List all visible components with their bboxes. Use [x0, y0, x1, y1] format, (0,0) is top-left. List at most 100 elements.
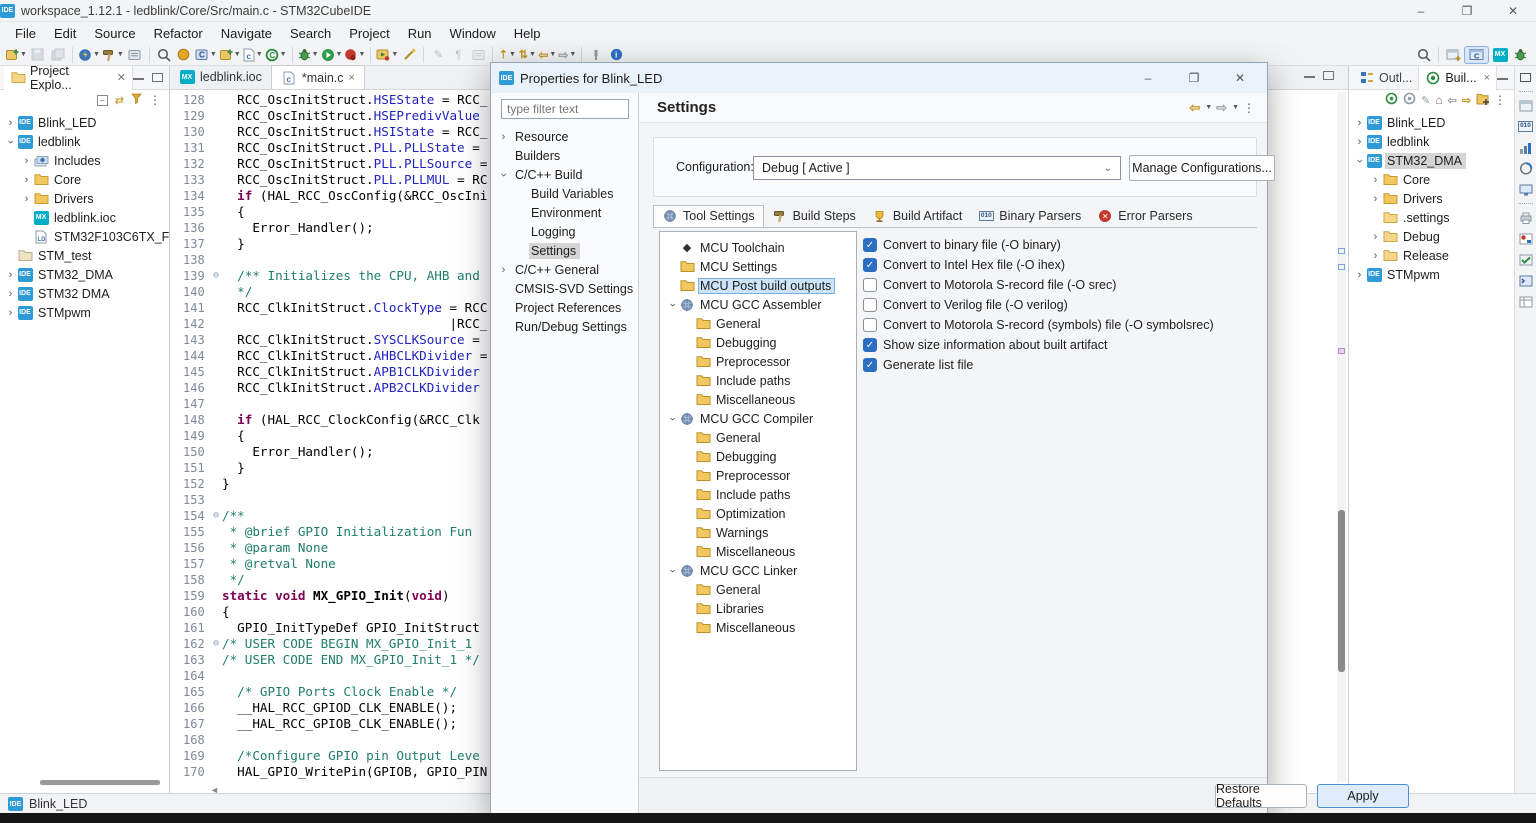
chevron-down-icon[interactable]: ›	[667, 412, 679, 425]
scrollbar-thumb[interactable]	[1338, 510, 1345, 672]
tree-item[interactable]: CMSIS-SVD Settings	[491, 279, 638, 298]
tree-item[interactable]: Run/Debug Settings	[491, 317, 638, 336]
tree-item[interactable]: › IDE Blink_LED	[1349, 113, 1514, 132]
filter-icon[interactable]	[131, 93, 142, 107]
tree-item[interactable]: Project References	[491, 298, 638, 317]
tree-item[interactable]: MX ledblink.ioc	[0, 208, 169, 227]
minimized-problems-icon[interactable]	[1518, 231, 1534, 246]
chevron-right-icon[interactable]: ›	[4, 117, 17, 129]
generate-code-icon[interactable]: C ▼	[265, 46, 287, 64]
fold-marker-icon[interactable]: ⊖	[210, 268, 222, 284]
chevron-down-icon[interactable]: ›	[667, 298, 679, 311]
tree-item[interactable]: .settings	[1349, 208, 1514, 227]
checkbox[interactable]	[863, 278, 877, 292]
chevron-right-icon[interactable]: ›	[1369, 250, 1382, 262]
collapse-green-icon[interactable]	[1385, 92, 1398, 108]
tree-item[interactable]: Preprocessor	[660, 466, 856, 485]
home-icon[interactable]: ⌂	[1435, 93, 1442, 107]
pin-editor-icon[interactable]	[587, 46, 605, 64]
collapse-gray-icon[interactable]	[1403, 92, 1416, 108]
minimized-restore-views-icon[interactable]	[1518, 70, 1534, 85]
collapse-all-icon[interactable]: –	[96, 94, 108, 106]
cubemx-perspective-icon[interactable]: MX	[1491, 46, 1509, 64]
tree-item[interactable]: › IDE STM32_DMA	[0, 265, 169, 284]
chevron-right-icon[interactable]: ›	[4, 307, 17, 319]
minimize-view-icon[interactable]	[133, 73, 144, 80]
tree-item[interactable]: MCU Post build outputs	[660, 276, 856, 295]
menu-navigate[interactable]: Navigate	[212, 26, 281, 41]
tree-item[interactable]: ◆ MCU Toolchain	[660, 238, 856, 257]
close-view-icon[interactable]: ✕	[117, 71, 126, 84]
restore-defaults-button[interactable]: Restore Defaults	[1215, 782, 1307, 810]
new-wizard-icon[interactable]: ▼	[5, 46, 27, 64]
chevron-right-icon[interactable]: ›	[1369, 231, 1382, 243]
maximize-button[interactable]: ❐	[1444, 0, 1490, 22]
tree-item[interactable]: › Core	[0, 170, 169, 189]
minimized-tasks-icon[interactable]	[1518, 252, 1534, 267]
tree-item[interactable]: Miscellaneous	[660, 542, 856, 561]
launch-icon[interactable]	[175, 46, 193, 64]
menu-help[interactable]: Help	[505, 26, 550, 41]
new-target-icon[interactable]	[1476, 93, 1489, 108]
minimized-binary-view-icon[interactable]: 010	[1518, 119, 1534, 134]
tree-item[interactable]: › IDE STM32 DMA	[0, 284, 169, 303]
profile-icon[interactable]: ▼	[344, 46, 365, 64]
minimized-static-stack-analyzer-icon[interactable]	[1518, 161, 1534, 176]
chevron-right-icon[interactable]: ›	[497, 264, 510, 276]
tree-item[interactable]: Warnings	[660, 523, 856, 542]
tab-error-parsers[interactable]: ✕ Error Parsers	[1089, 205, 1200, 227]
open-perspective-icon[interactable]	[1444, 46, 1462, 64]
tree-item[interactable]: › C/C++ Build	[491, 165, 638, 184]
tree-item[interactable]: General	[660, 314, 856, 333]
forward-icon[interactable]: ⇨ ▼	[558, 46, 576, 64]
chevron-right-icon[interactable]: ›	[1353, 117, 1366, 129]
tree-item[interactable]: General	[660, 428, 856, 447]
fold-marker-icon[interactable]: ⊖	[210, 636, 222, 652]
chevron-down-icon[interactable]: ›	[5, 135, 17, 148]
tree-item[interactable]: Miscellaneous	[660, 618, 856, 637]
back-icon[interactable]: ⇦ ▼	[538, 46, 556, 64]
chevron-right-icon[interactable]: ›	[497, 131, 510, 143]
chevron-right-icon[interactable]: ›	[4, 269, 17, 281]
close-button[interactable]: ✕	[1490, 0, 1536, 22]
minimized-build-analyzer-icon[interactable]	[1518, 140, 1534, 155]
back-icon[interactable]: ⇦	[1448, 94, 1457, 107]
dialog-close-button[interactable]: ✕	[1217, 67, 1263, 89]
tree-item[interactable]: General	[660, 580, 856, 599]
customize-icon[interactable]: ✎	[1421, 94, 1430, 107]
minimized-printer-icon[interactable]	[1518, 210, 1534, 225]
new-c-file-icon[interactable]: c ▼	[243, 46, 263, 64]
minimized-properties-icon[interactable]	[1518, 294, 1534, 309]
close-tab-icon[interactable]: ×	[349, 72, 355, 84]
tree-item[interactable]: › Release	[1349, 246, 1514, 265]
tree-item[interactable]: › Drivers	[0, 189, 169, 208]
chevron-right-icon[interactable]: ›	[1369, 193, 1382, 205]
tree-item[interactable]: › IDE STM32_DMA	[1349, 151, 1514, 170]
tree-item[interactable]: › Debug	[1349, 227, 1514, 246]
menu-refactor[interactable]: Refactor	[145, 26, 212, 41]
menu-source[interactable]: Source	[85, 26, 144, 41]
dialog-minimize-button[interactable]: –	[1125, 67, 1171, 89]
menu-run[interactable]: Run	[399, 26, 441, 41]
menu-window[interactable]: Window	[441, 26, 505, 41]
dialog-maximize-button[interactable]: ❐	[1171, 67, 1217, 89]
external-tools-icon[interactable]: ▼	[376, 46, 398, 64]
chevron-right-icon[interactable]: ›	[1353, 136, 1366, 148]
tree-item[interactable]: › IDE ledblink	[1349, 132, 1514, 151]
view-tab-buil[interactable]: Buil... ×	[1419, 65, 1498, 90]
editor-vscrollbar[interactable]	[1337, 92, 1346, 794]
build-selected-icon[interactable]	[126, 46, 144, 64]
tree-item[interactable]: › Includes	[0, 151, 169, 170]
view-menu-icon[interactable]: ⋮	[149, 93, 161, 107]
forward-history-menu-icon[interactable]: ▼	[1232, 104, 1239, 111]
minimized-device-display-icon[interactable]	[1518, 182, 1534, 197]
tab-build-steps[interactable]: Build Steps	[764, 205, 864, 227]
tree-item[interactable]: Build Variables	[491, 184, 638, 203]
tree-item[interactable]: Include paths	[660, 371, 856, 390]
tree-item[interactable]: Miscellaneous	[660, 390, 856, 409]
menu-search[interactable]: Search	[281, 26, 340, 41]
tree-item[interactable]: Preprocessor	[660, 352, 856, 371]
tree-item[interactable]: › Drivers	[1349, 189, 1514, 208]
menu-project[interactable]: Project	[340, 26, 398, 41]
chevron-right-icon[interactable]: ›	[20, 193, 33, 205]
